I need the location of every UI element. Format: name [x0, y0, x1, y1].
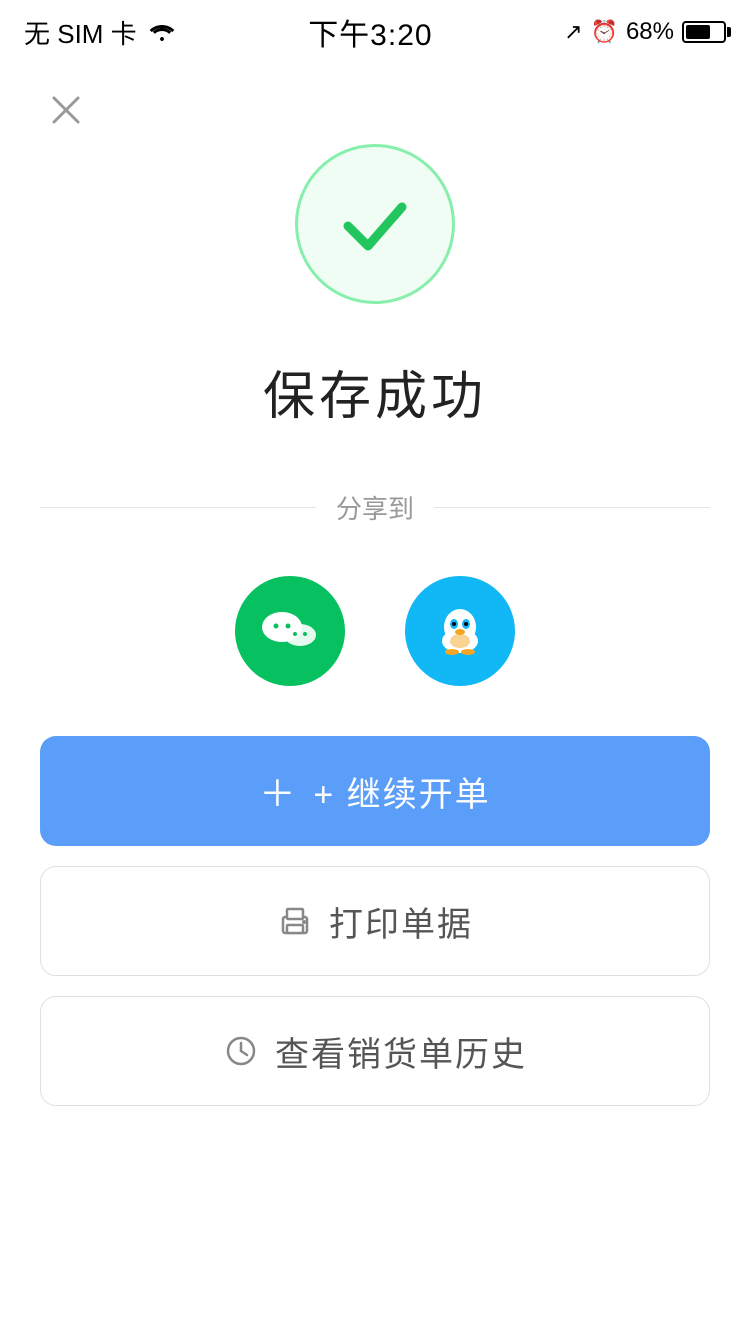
battery-percent: 68% [626, 18, 674, 46]
plus-icon: ＋ [259, 765, 297, 817]
print-label: 打印单据 [329, 897, 473, 946]
qq-share-button[interactable] [405, 576, 515, 686]
sim-label: 无 SIM 卡 [24, 14, 137, 51]
divider-left [40, 507, 316, 508]
share-icons [40, 576, 710, 686]
close-icon [48, 92, 84, 128]
success-circle [295, 144, 455, 304]
alarm-icon: ⏰ [591, 19, 618, 45]
qq-icon [428, 599, 492, 663]
share-label: 分享到 [336, 489, 414, 526]
print-button[interactable]: 打印单据 [40, 866, 710, 976]
success-section: 保存成功 [40, 84, 710, 429]
checkmark-icon [330, 179, 420, 269]
location-icon: ↗ [564, 19, 582, 45]
share-section: 分享到 [40, 489, 710, 686]
wechat-icon [256, 597, 324, 665]
continue-label: + 继续开单 [313, 767, 490, 816]
success-title: 保存成功 [263, 354, 487, 429]
share-divider: 分享到 [40, 489, 710, 526]
status-left: 无 SIM 卡 [24, 14, 177, 51]
history-icon [223, 1033, 259, 1069]
close-button[interactable] [40, 84, 92, 136]
status-time: 下午3:20 [308, 10, 432, 54]
status-bar: 无 SIM 卡 下午3:20 ↗ ⏰ 68% [0, 0, 750, 64]
continue-button[interactable]: ＋ + 继续开单 [40, 736, 710, 846]
wechat-share-button[interactable] [235, 576, 345, 686]
main-content: 保存成功 分享到 [0, 64, 750, 1146]
printer-icon [277, 903, 313, 939]
history-button[interactable]: 查看销货单历史 [40, 996, 710, 1106]
wifi-icon [147, 17, 177, 48]
action-buttons: ＋ + 继续开单 打印单据 查看销货单历史 [40, 736, 710, 1106]
history-label: 查看销货单历史 [275, 1027, 527, 1076]
divider-right [434, 507, 710, 508]
battery-icon [682, 21, 726, 43]
status-right: ↗ ⏰ 68% [564, 18, 726, 46]
